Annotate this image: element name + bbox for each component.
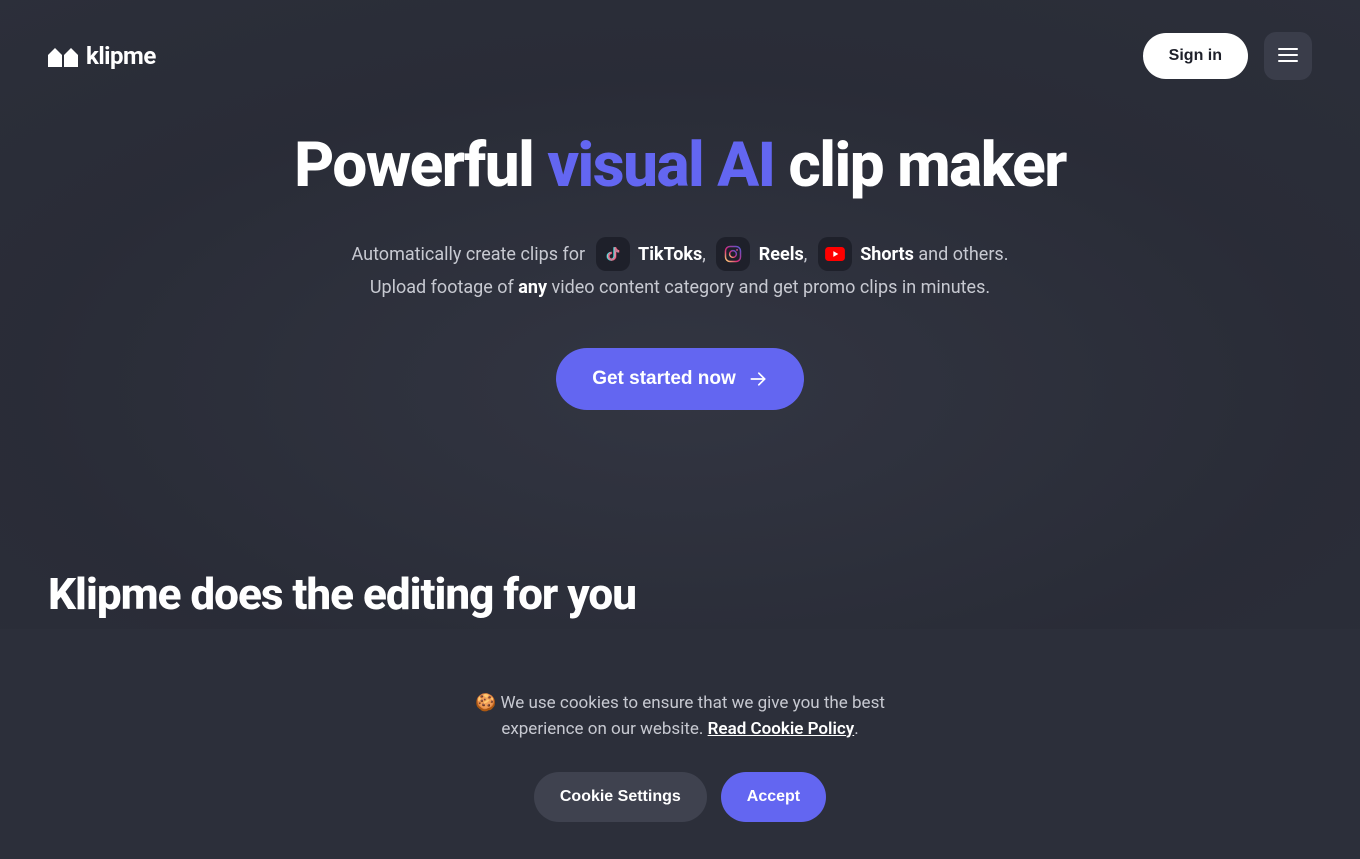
line2-post: video content category and get promo cli… [547,277,990,298]
brand-name: klipme [86,42,156,70]
line2-bold: any [518,277,547,298]
hero-title-pre: Powerful [294,129,547,202]
brand-logo[interactable]: klipme [48,42,156,70]
line2-pre: Upload footage of [370,277,518,298]
cookie-settings-button[interactable]: Cookie Settings [534,772,707,822]
badge-tiktoks-label: TikToks [638,244,702,265]
hero-subtitle: Automatically create clips for TikToks, [0,238,1360,304]
get-started-button[interactable]: Get started now [556,348,804,410]
cta-label: Get started now [592,368,736,390]
cookie-banner: 🍪 We use cookies to ensure that we give … [0,629,1360,859]
cookie-accept-button[interactable]: Accept [721,772,826,822]
section2-heading: Klipme does the editing for you [48,568,1312,620]
hero-section: Powerful visual AI clip maker Automatica… [0,112,1360,410]
hero-title-accent: visual AI [547,129,774,202]
cookie-buttons: Cookie Settings Accept [534,772,826,822]
subtitle-tail: and others. [914,244,1009,265]
sep2: , [804,244,812,265]
menu-button[interactable] [1264,32,1312,80]
signin-button[interactable]: Sign in [1143,33,1248,79]
badge-shorts-label: Shorts [860,244,914,265]
hero-title-post: clip maker [775,129,1066,202]
arrow-right-icon [748,369,768,389]
cookie-post: . [854,719,858,739]
tiktok-icon [596,237,630,271]
hero-title: Powerful visual AI clip maker [0,132,1360,200]
hamburger-icon [1278,48,1298,65]
cookie-text: 🍪 We use cookies to ensure that we give … [470,691,890,742]
cookie-emoji: 🍪 [475,693,496,713]
logo-mark-icon [48,45,78,67]
cookie-policy-link[interactable]: Read Cookie Policy [708,719,855,739]
youtube-icon [818,237,852,271]
header-actions: Sign in [1143,32,1312,80]
instagram-icon [716,237,750,271]
badge-reels-label: Reels [759,244,804,265]
sep1: , [702,244,710,265]
site-header: klipme Sign in [0,0,1360,112]
subtitle-lead: Automatically create clips for [352,244,590,265]
